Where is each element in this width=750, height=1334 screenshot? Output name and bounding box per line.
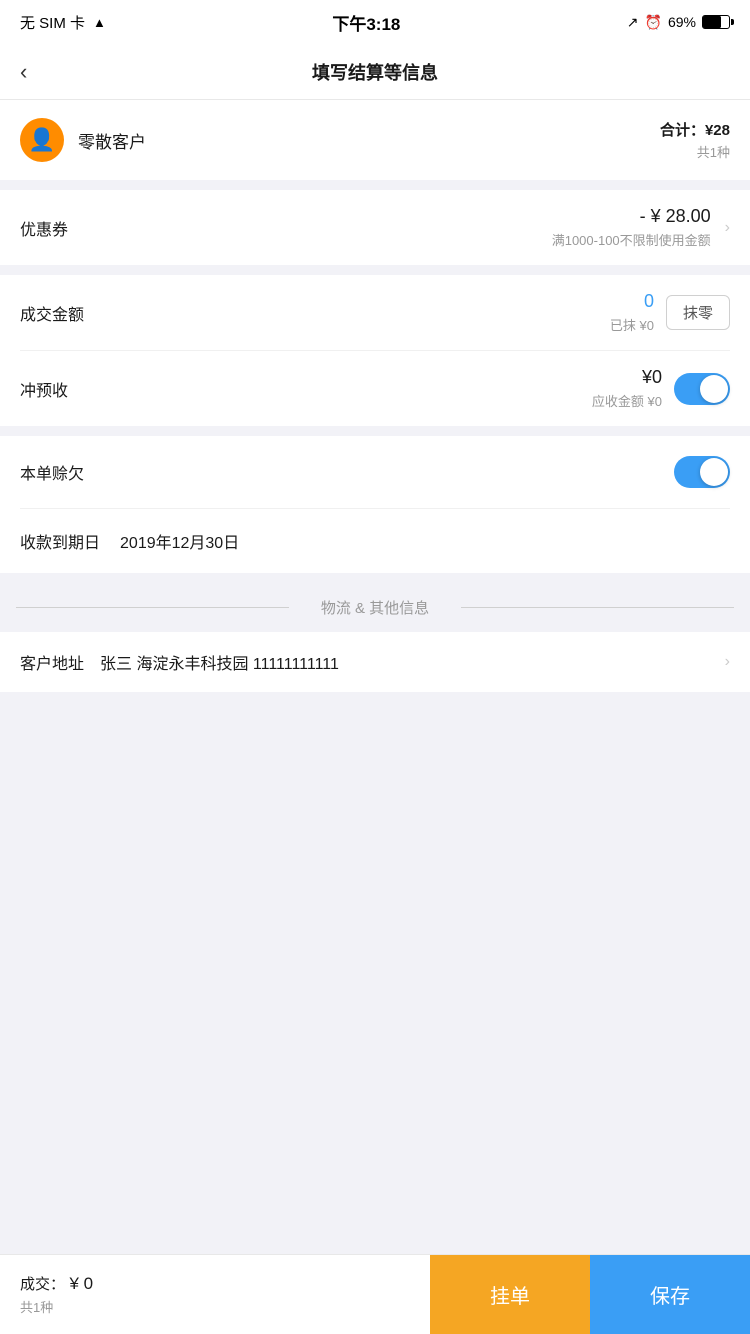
coupon-amount: - ¥ 28.00 — [552, 206, 711, 227]
bottom-sub: 共1种 — [20, 1297, 410, 1316]
wifi-icon: ▲ — [93, 15, 106, 30]
avatar-icon: 👤 — [28, 127, 55, 153]
toggle-knob — [700, 375, 728, 403]
bottom-deal-label: 成交： — [20, 1276, 65, 1293]
transaction-amount-block: 0 已抹 ¥0 — [610, 291, 654, 334]
nav-bar: ‹ 填写结算等信息 — [0, 44, 750, 100]
hang-button[interactable]: 挂单 — [430, 1255, 590, 1334]
logistics-header: 物流 & 其他信息 — [0, 583, 750, 632]
prepay-label: 冲预收 — [20, 377, 68, 401]
status-left: 无 SIM 卡 ▲ — [20, 12, 106, 33]
chevron-right-icon: › — [725, 219, 730, 237]
due-date-label: 收款到期日 — [20, 529, 100, 553]
address-row: 客户地址 张三 海淀永丰科技园 11111111111 › — [20, 632, 730, 692]
spacer — [0, 702, 750, 722]
customer-right: 合计：¥28 共1种 — [660, 119, 730, 161]
debt-label: 本单赊欠 — [20, 460, 84, 484]
transaction-label: 成交金额 — [20, 301, 84, 325]
coupon-right: - ¥ 28.00 满1000-100不限制使用金额 › — [552, 206, 730, 249]
save-button[interactable]: 保存 — [590, 1255, 750, 1334]
bottom-deal-amount: ¥ 0 — [69, 1274, 93, 1293]
transaction-right: 0 已抹 ¥0 抹零 — [610, 291, 730, 334]
debt-toggle-knob — [700, 458, 728, 486]
debt-row: 本单赊欠 — [20, 436, 730, 509]
transaction-section: 成交金额 0 已抹 ¥0 抹零 冲预收 ¥0 应收金额 ¥0 — [0, 275, 750, 426]
page-title: 填写结算等信息 — [312, 59, 438, 85]
time-display: 下午3:18 — [332, 10, 400, 35]
prepay-amount-block: ¥0 应收金额 ¥0 — [592, 367, 662, 410]
customer-section: 👤 零散客户 合计：¥28 共1种 — [0, 100, 750, 180]
logistics-text: 物流 & 其他信息 — [321, 597, 429, 618]
total-sub: 共1种 — [660, 142, 730, 161]
bottom-actions: 挂单 保存 — [430, 1255, 750, 1334]
coupon-sub: 满1000-100不限制使用金额 — [552, 230, 711, 249]
address-label: 客户地址 — [20, 650, 100, 674]
logistics-line-left — [16, 607, 289, 608]
transaction-row: 成交金额 0 已抹 ¥0 抹零 — [20, 275, 730, 351]
battery-percent: 69% — [668, 14, 696, 30]
total-label: 合计：¥28 — [660, 119, 730, 140]
transaction-amount: 0 — [610, 291, 654, 312]
prepay-amount: ¥0 — [592, 367, 662, 388]
alarm-icon: ⏰ — [645, 14, 662, 31]
coupon-section: 优惠券 - ¥ 28.00 满1000-100不限制使用金额 › — [0, 190, 750, 265]
back-button[interactable]: ‹ — [20, 59, 27, 85]
prepay-sub: 应收金额 ¥0 — [592, 391, 662, 410]
carrier-text: 无 SIM 卡 — [20, 12, 85, 33]
logistics-line-right — [461, 607, 734, 608]
status-bar: 无 SIM 卡 ▲ 下午3:18 ↗ ⏰ 69% — [0, 0, 750, 44]
avatar: 👤 — [20, 118, 64, 162]
coupon-row[interactable]: 优惠券 - ¥ 28.00 满1000-100不限制使用金额 › — [0, 190, 750, 265]
prepay-row: 冲预收 ¥0 应收金额 ¥0 — [20, 351, 730, 426]
content: 👤 零散客户 合计：¥28 共1种 优惠券 - ¥ 28.00 满1000-10… — [0, 100, 750, 812]
battery-icon — [702, 15, 730, 29]
round-button[interactable]: 抹零 — [666, 295, 730, 330]
customer-row: 👤 零散客户 合计：¥28 共1种 — [0, 100, 750, 180]
location-icon: ↗ — [627, 14, 639, 31]
coupon-label: 优惠券 — [20, 216, 68, 240]
transaction-sub: 已抹 ¥0 — [610, 315, 654, 334]
address-chevron-icon: › — [725, 653, 730, 671]
due-date-value: 2019年12月30日 — [120, 529, 239, 553]
bottom-bar: 成交： ¥ 0 共1种 挂单 保存 — [0, 1254, 750, 1334]
address-section[interactable]: 客户地址 张三 海淀永丰科技园 11111111111 › — [0, 632, 750, 692]
customer-name: 零散客户 — [78, 128, 146, 153]
debt-section: 本单赊欠 收款到期日 2019年12月30日 — [0, 436, 750, 573]
customer-left: 👤 零散客户 — [20, 118, 146, 162]
address-value: 张三 海淀永丰科技园 11111111111 — [100, 650, 725, 674]
bottom-deal-row: 成交： ¥ 0 — [20, 1273, 410, 1294]
status-right: ↗ ⏰ 69% — [627, 14, 730, 31]
coupon-content: - ¥ 28.00 满1000-100不限制使用金额 — [552, 206, 711, 249]
due-date-row: 收款到期日 2019年12月30日 — [20, 509, 730, 573]
prepay-toggle[interactable] — [674, 373, 730, 405]
bottom-info: 成交： ¥ 0 共1种 — [0, 1273, 430, 1316]
prepay-right: ¥0 应收金额 ¥0 — [592, 367, 730, 410]
debt-toggle[interactable] — [674, 456, 730, 488]
